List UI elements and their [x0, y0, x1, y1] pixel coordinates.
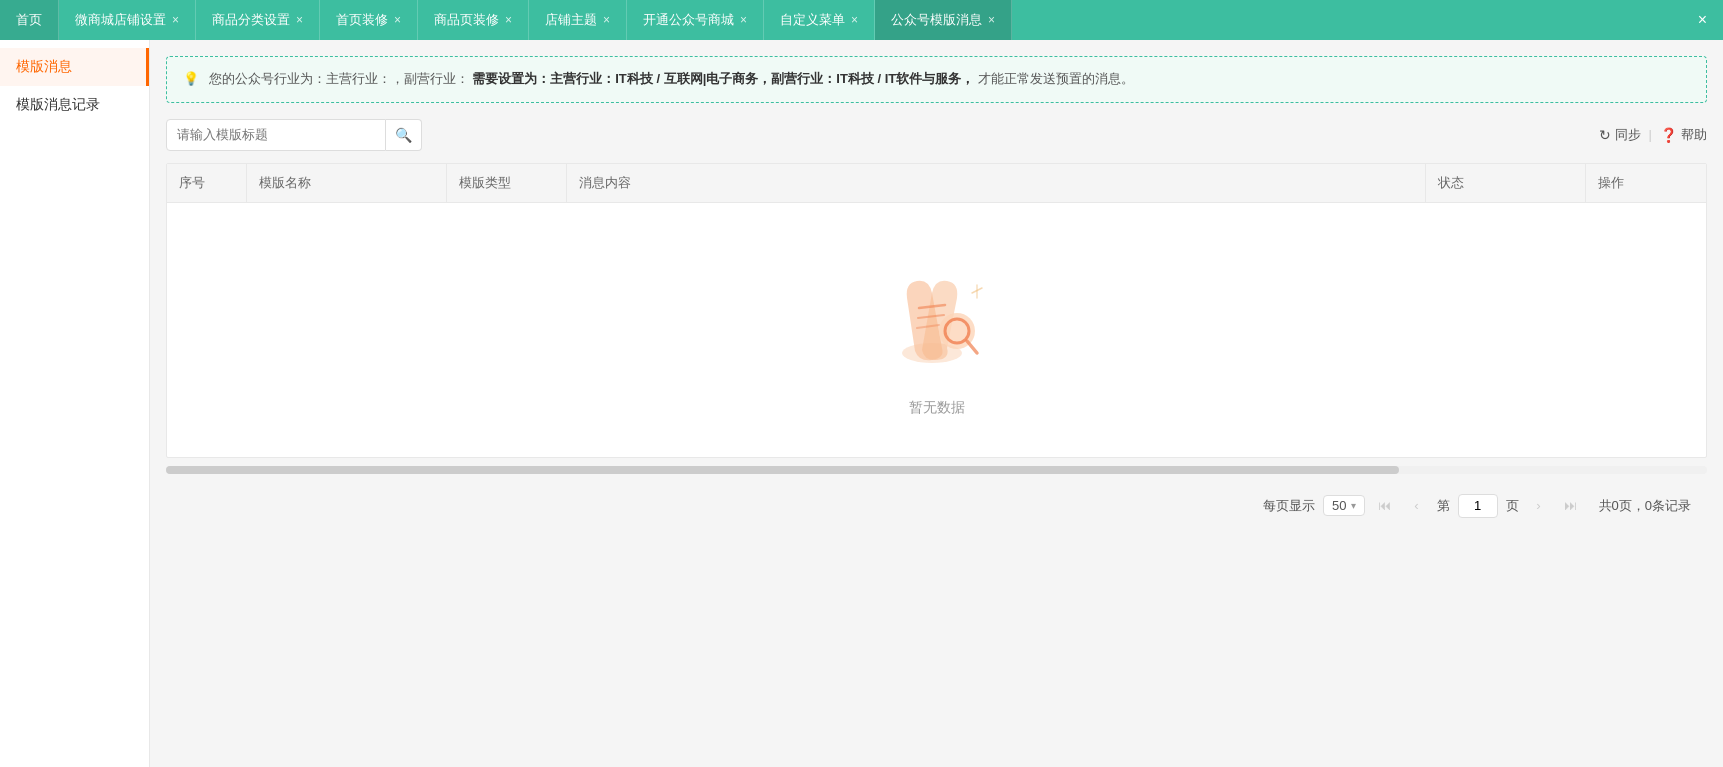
sidebar-item-template-message-log-label: 模版消息记录 [16, 96, 100, 112]
per-page-dropdown-icon: ▾ [1351, 500, 1356, 511]
total-info: 共0页，0条记录 [1599, 497, 1691, 515]
search-bar: 🔍 ↻ 同步 | ❓ 帮助 [166, 119, 1707, 151]
help-icon: ❓ [1660, 127, 1677, 143]
empty-text: 暂无数据 [909, 399, 965, 417]
tab-store-settings-close[interactable]: × [172, 14, 179, 26]
help-button[interactable]: ❓ 帮助 [1660, 126, 1707, 144]
scrollbar-thumb [166, 466, 1399, 474]
tab-store-theme[interactable]: 店铺主题 × [529, 0, 627, 40]
tab-product-decoration-close[interactable]: × [505, 14, 512, 26]
page-prev-button[interactable]: ‹ [1405, 494, 1429, 518]
top-nav: 首页 微商城店铺设置 × 商品分类设置 × 首页装修 × 商品页装修 × 店铺主… [0, 0, 1723, 40]
column-index: 序号 [167, 164, 247, 202]
search-right: ↻ 同步 | ❓ 帮助 [1599, 126, 1707, 144]
notice-banner: 💡 您的公众号行业为：主营行业：，副营行业： 需要设置为：主营行业：IT科技 /… [166, 56, 1707, 103]
notice-highlight: 需要设置为：主营行业：IT科技 / 互联网|电子商务，副营行业：IT科技 / I… [472, 71, 974, 86]
table-header: 序号 模版名称 模版类型 消息内容 状态 操作 [167, 164, 1706, 203]
tab-homepage-decoration-close[interactable]: × [394, 14, 401, 26]
tab-product-decoration-label: 商品页装修 [434, 11, 499, 29]
help-label: 帮助 [1681, 126, 1707, 144]
sync-button[interactable]: ↻ 同步 [1599, 126, 1641, 144]
tab-home-label: 首页 [16, 11, 42, 29]
per-page-label: 每页显示 [1263, 497, 1315, 515]
column-content: 消息内容 [567, 164, 1426, 202]
sidebar-item-template-message-log[interactable]: 模版消息记录 [0, 86, 149, 124]
page-first-button[interactable]: ⏮ [1373, 494, 1397, 518]
page-next-button[interactable]: › [1527, 494, 1551, 518]
tab-store-theme-label: 店铺主题 [545, 11, 597, 29]
tab-custom-menu-label: 自定义菜单 [780, 11, 845, 29]
empty-illustration [877, 263, 997, 383]
page-suffix: 页 [1506, 497, 1519, 515]
page-label: 第 [1437, 497, 1450, 515]
tab-open-mall-close[interactable]: × [740, 14, 747, 26]
search-button[interactable]: 🔍 [386, 119, 422, 151]
svg-line-6 [967, 341, 977, 353]
per-page-value: 50 [1332, 498, 1346, 513]
main-layout: 模版消息 模版消息记录 💡 您的公众号行业为：主营行业：，副营行业： 需要设置为… [0, 40, 1723, 767]
tab-open-mall[interactable]: 开通公众号商城 × [627, 0, 764, 40]
column-status: 状态 [1426, 164, 1586, 202]
tab-store-settings[interactable]: 微商城店铺设置 × [59, 0, 196, 40]
column-type: 模版类型 [447, 164, 567, 202]
horizontal-scrollbar[interactable] [166, 466, 1707, 474]
tab-homepage-decoration-label: 首页装修 [336, 11, 388, 29]
sync-label: 同步 [1615, 126, 1641, 144]
page-last-button[interactable]: ⏭ [1559, 494, 1583, 518]
tab-homepage-decoration[interactable]: 首页装修 × [320, 0, 418, 40]
column-name: 模版名称 [247, 164, 447, 202]
notice-icon: 💡 [183, 71, 199, 86]
table-container: 序号 模版名称 模版类型 消息内容 状态 操作 [166, 163, 1707, 458]
per-page-select[interactable]: 50 ▾ [1323, 495, 1364, 516]
tab-template-message[interactable]: 公众号模版消息 × [875, 0, 1012, 40]
global-close-button[interactable]: × [1682, 0, 1723, 40]
tab-category-settings-label: 商品分类设置 [212, 11, 290, 29]
pagination: 每页显示 50 ▾ ⏮ ‹ 第 页 › ⏭ 共0页，0条记录 [166, 482, 1707, 530]
page-input[interactable] [1458, 494, 1498, 518]
sidebar: 模版消息 模版消息记录 [0, 40, 150, 767]
search-input[interactable] [166, 119, 386, 151]
sync-icon: ↻ [1599, 127, 1611, 143]
content-area: 💡 您的公众号行业为：主营行业：，副营行业： 需要设置为：主营行业：IT科技 /… [150, 40, 1723, 767]
notice-prefix: 您的公众号行业为：主营行业：，副营行业： [209, 71, 469, 86]
sidebar-item-template-message-label: 模版消息 [16, 58, 72, 74]
tab-store-settings-label: 微商城店铺设置 [75, 11, 166, 29]
tab-custom-menu[interactable]: 自定义菜单 × [764, 0, 875, 40]
tab-template-message-close[interactable]: × [988, 14, 995, 26]
tab-open-mall-label: 开通公众号商城 [643, 11, 734, 29]
divider: | [1649, 127, 1652, 142]
tab-product-decoration[interactable]: 商品页装修 × [418, 0, 529, 40]
notice-suffix: 才能正常发送预置的消息。 [978, 71, 1134, 86]
search-icon: 🔍 [395, 127, 412, 143]
sidebar-item-template-message[interactable]: 模版消息 [0, 48, 149, 86]
tab-category-settings-close[interactable]: × [296, 14, 303, 26]
tab-custom-menu-close[interactable]: × [851, 14, 858, 26]
tab-store-theme-close[interactable]: × [603, 14, 610, 26]
search-left: 🔍 [166, 119, 422, 151]
tab-home[interactable]: 首页 [0, 0, 59, 40]
tab-template-message-label: 公众号模版消息 [891, 11, 982, 29]
empty-state: 暂无数据 [167, 203, 1706, 457]
tab-category-settings[interactable]: 商品分类设置 × [196, 0, 320, 40]
column-action: 操作 [1586, 164, 1706, 202]
